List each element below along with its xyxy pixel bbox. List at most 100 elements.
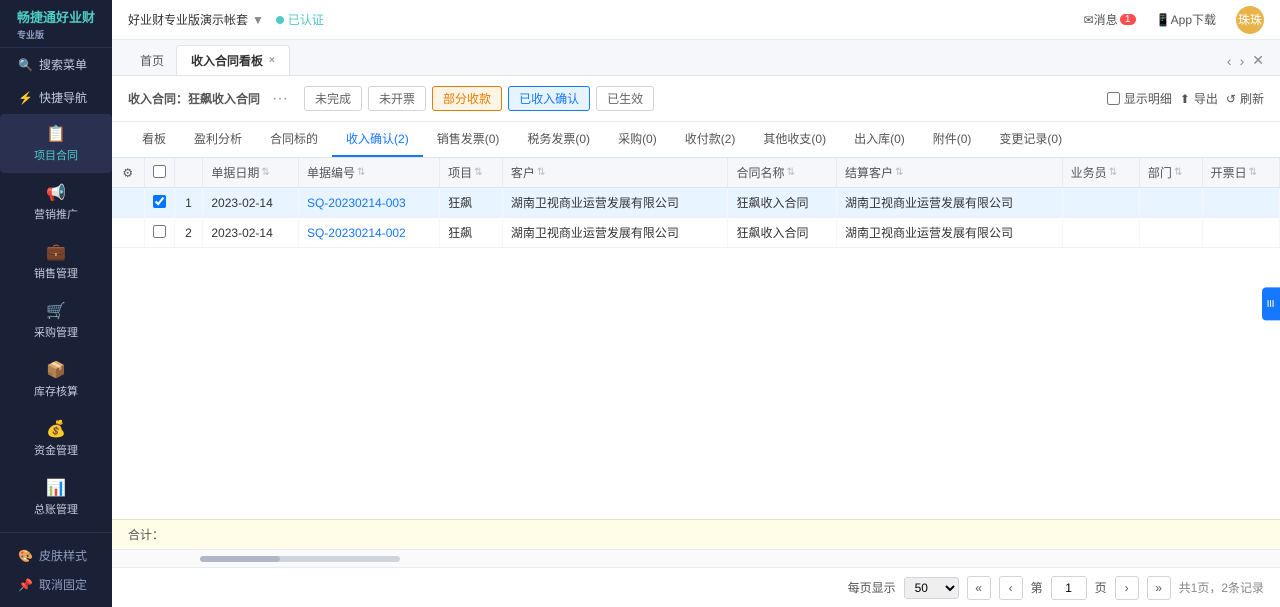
sub-tab-profit[interactable]: 盈利分析 (180, 122, 256, 157)
row-docno-link[interactable]: SQ-20230214-003 (307, 196, 406, 210)
sidebar-item-general[interactable]: 📊总账管理 (0, 468, 112, 527)
sidebar-cancel-pin-label: 取消固定 (39, 576, 87, 593)
tab-next-btn[interactable]: › (1240, 53, 1245, 69)
sidebar-search[interactable]: 🔍 搜索菜单 (0, 48, 112, 81)
sidebar-item-project[interactable]: 📋 项目合同 (0, 114, 112, 173)
scroll-area[interactable] (112, 549, 1280, 567)
tab-close-all-btn[interactable]: ✕ (1252, 52, 1264, 69)
current-page-input[interactable] (1051, 576, 1087, 600)
sidebar-bottom-skin[interactable]: 🎨 皮肤样式 (0, 541, 112, 570)
sidebar-bottom-cancel-pin[interactable]: 📌 取消固定 (0, 570, 112, 599)
sub-tab-income_confirm[interactable]: 收入确认(2) (332, 122, 423, 157)
last-page-btn[interactable]: » (1147, 576, 1171, 600)
sidebar-item-marketing[interactable]: 📢营销推广 (0, 173, 112, 232)
sub-tab-purchase[interactable]: 采购(0) (604, 122, 671, 157)
sub-tab-attachment[interactable]: 附件(0) (919, 122, 986, 157)
row-docno-link[interactable]: SQ-20230214-002 (307, 226, 406, 240)
sidebar-item-capital[interactable]: 💰资金管理 (0, 409, 112, 468)
right-fixed-panel-btn[interactable]: ≡ (1262, 287, 1280, 320)
status-partial-received[interactable]: 部分收款 (432, 86, 502, 111)
th-salesman[interactable]: 业务员⇅ (1062, 158, 1139, 188)
sidebar-item-purchase[interactable]: 🛒采购管理 (0, 291, 112, 350)
th-docno[interactable]: 单据编号⇅ (298, 158, 439, 188)
per-page-select[interactable]: 50 100 200 (904, 577, 959, 599)
project-icon: 📋 (46, 124, 66, 144)
sidebar-search-label: 搜索菜单 (39, 56, 87, 73)
sub-tab-warehouse[interactable]: 出入库(0) (840, 122, 919, 157)
sidebar-item-inventory[interactable]: 📦库存核算 (0, 350, 112, 409)
row-num: 1 (174, 188, 203, 218)
row-select-checkbox[interactable] (153, 225, 166, 238)
scrollbar-thumb[interactable] (200, 556, 280, 562)
row-select-checkbox[interactable] (153, 195, 166, 208)
sub-tab-payment[interactable]: 收付款(2) (671, 122, 750, 157)
row-docno: SQ-20230214-003 (298, 188, 439, 218)
select-all-checkbox[interactable] (153, 165, 166, 178)
first-page-btn[interactable]: « (967, 576, 991, 600)
show-detail-checkbox[interactable] (1107, 92, 1120, 105)
th-contract-name[interactable]: 合同名称⇅ (728, 158, 837, 188)
th-date-label: 单据日期 (211, 164, 259, 181)
table-body: 1 2023-02-14 SQ-20230214-003 狂飙 湖南卫视商业运营… (112, 188, 1280, 248)
sub-tab-other_income[interactable]: 其他收支(0) (749, 122, 840, 157)
topbar-app-download[interactable]: 📱 App下载 (1156, 11, 1216, 28)
sort-icon-date: ⇅ (261, 167, 269, 178)
tab-home[interactable]: 首页 (128, 46, 176, 75)
th-project[interactable]: 项目⇅ (440, 158, 503, 188)
sidebar-purchase-label: 采购管理 (34, 324, 78, 340)
sub-tab-tax_invoice[interactable]: 税务发票(0) (513, 122, 604, 157)
th-open-date[interactable]: 开票日⇅ (1202, 158, 1279, 188)
page-total-text: 共1页，2条记录 (1179, 579, 1264, 596)
th-num (174, 158, 203, 188)
status-uninvoiced[interactable]: 未开票 (368, 86, 426, 111)
sort-icon-contract-name: ⇅ (786, 167, 794, 178)
table-row[interactable]: 2 2023-02-14 SQ-20230214-002 狂飙 湖南卫视商业运营… (112, 218, 1280, 248)
row-client: 湖南卫视商业运营发展有限公司 (502, 188, 728, 218)
export-btn[interactable]: ⬆ 导出 (1180, 90, 1218, 107)
sidebar-logo: 畅捷通好业财专业版 (0, 0, 112, 48)
show-detail-label[interactable]: 显示明细 (1107, 90, 1172, 107)
contract-more-btn[interactable]: ··· (272, 90, 288, 108)
sidebar-item-sales[interactable]: 💼销售管理 (0, 232, 112, 291)
refresh-btn[interactable]: ↺ 刷新 (1226, 90, 1264, 107)
tab-income-contract[interactable]: 收入合同看板 × (176, 45, 290, 75)
sub-tab-contract_standard[interactable]: 合同标的 (256, 122, 332, 157)
horizontal-scrollbar[interactable] (200, 556, 400, 562)
quick-nav-icon: ⚡ (18, 91, 33, 105)
row-salesman (1062, 218, 1139, 248)
sidebar-quick-nav[interactable]: ⚡ 快捷导航 (0, 81, 112, 114)
sub-tab-sales_invoice[interactable]: 销售发票(0) (423, 122, 514, 157)
table-area[interactable]: ⚙ 单据日期⇅ 单据编号⇅ 项目⇅ 客户⇅ 合同名称⇅ 结算客户⇅ 业务员⇅ 部… (112, 158, 1280, 519)
row-project: 狂飙 (440, 218, 503, 248)
th-client[interactable]: 客户⇅ (502, 158, 728, 188)
tab-close-btn[interactable]: × (269, 55, 275, 66)
th-dept[interactable]: 部门⇅ (1139, 158, 1202, 188)
th-settings[interactable]: ⚙ (112, 158, 144, 188)
status-incomplete[interactable]: 未完成 (304, 86, 362, 111)
right-panel-icon: ≡ (1263, 299, 1279, 308)
topbar-message-btn[interactable]: ✉ 消息 1 (1084, 11, 1136, 28)
status-confirmed[interactable]: 已收入确认 (508, 86, 590, 111)
th-settle-client-label: 结算客户 (845, 164, 893, 181)
status-effective[interactable]: 已生效 (596, 86, 654, 111)
user-avatar[interactable]: 珠珠 (1236, 6, 1264, 34)
table-header-row: ⚙ 单据日期⇅ 单据编号⇅ 项目⇅ 客户⇅ 合同名称⇅ 结算客户⇅ 业务员⇅ 部… (112, 158, 1280, 188)
table-row[interactable]: 1 2023-02-14 SQ-20230214-003 狂飙 湖南卫视商业运营… (112, 188, 1280, 218)
prev-page-btn[interactable]: ‹ (999, 576, 1023, 600)
sidebar-project-label: 项目合同 (34, 147, 78, 163)
company-dropdown-icon[interactable]: ▼ (252, 13, 264, 27)
contract-header: 收入合同：狂飙收入合同 ··· 未完成 未开票 部分收款 已收入确认 已生效 显… (112, 76, 1280, 122)
th-date[interactable]: 单据日期⇅ (203, 158, 299, 188)
next-page-btn[interactable]: › (1115, 576, 1139, 600)
per-page-label: 每页显示 (848, 579, 896, 596)
row-settings[interactable] (112, 218, 144, 248)
auth-text: 已认证 (288, 11, 324, 28)
th-dept-label: 部门 (1148, 164, 1172, 181)
row-date: 2023-02-14 (203, 218, 299, 248)
sub-tab-kanban[interactable]: 看板 (128, 122, 180, 157)
tab-prev-btn[interactable]: ‹ (1227, 53, 1232, 69)
message-label: 消息 (1094, 11, 1118, 28)
sub-tab-change_log[interactable]: 变更记录(0) (985, 122, 1076, 157)
th-settle-client[interactable]: 结算客户⇅ (836, 158, 1062, 188)
row-settings[interactable] (112, 188, 144, 218)
